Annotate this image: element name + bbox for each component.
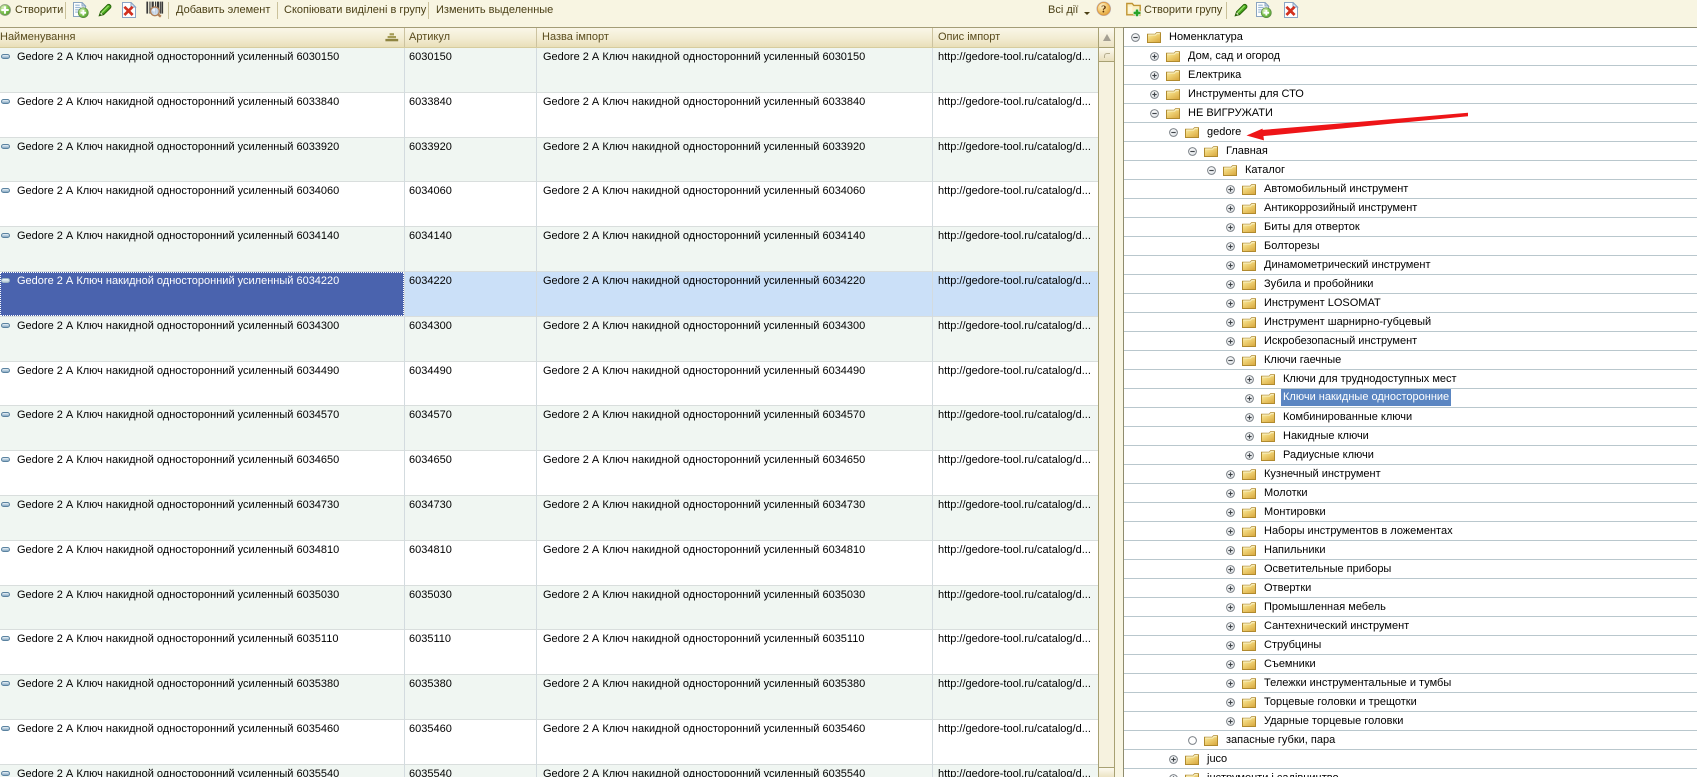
svg-text:?: ? xyxy=(1101,3,1107,15)
